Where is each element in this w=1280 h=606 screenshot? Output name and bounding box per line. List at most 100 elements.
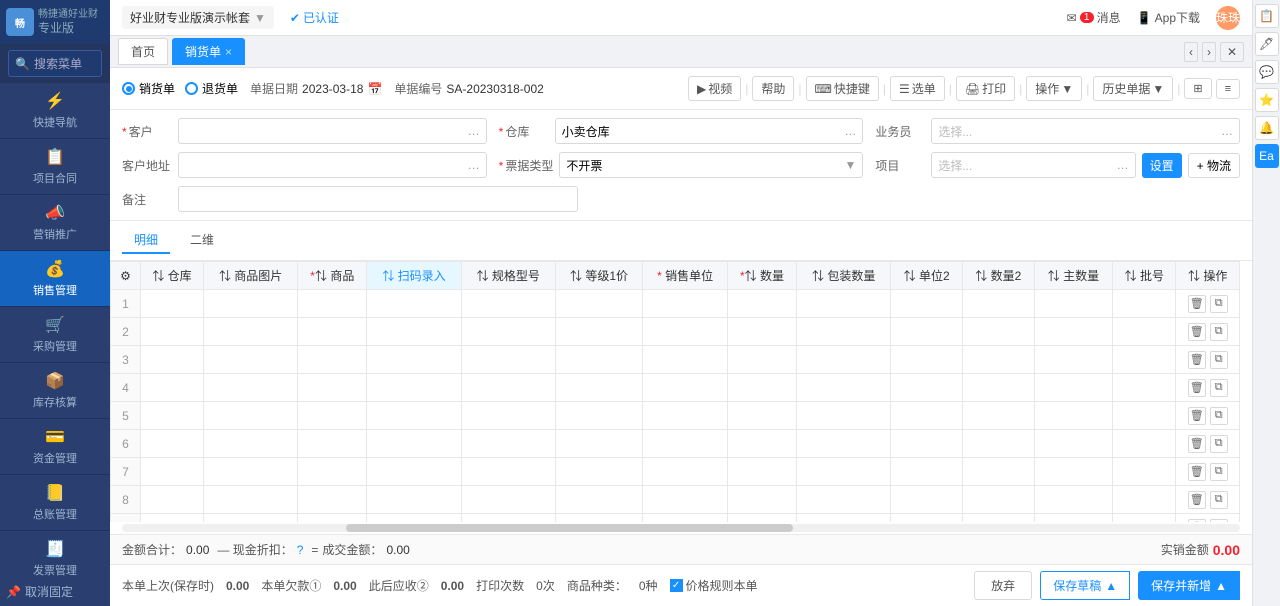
- table-cell[interactable]: [797, 374, 891, 402]
- right-panel-btn-3[interactable]: 💬: [1255, 60, 1279, 84]
- sidebar-item-sales[interactable]: 💰 销售管理: [0, 251, 110, 307]
- radio-return[interactable]: 退货单: [185, 80, 238, 97]
- sidebar-item-accounting[interactable]: 📒 总账管理: [0, 475, 110, 531]
- table-cell[interactable]: [204, 402, 298, 430]
- table-cell[interactable]: [367, 318, 461, 346]
- calendar-icon[interactable]: 📅: [367, 82, 382, 96]
- warehouse-input[interactable]: 小卖仓库 …: [555, 118, 864, 144]
- right-panel-btn-5[interactable]: 🔔: [1255, 116, 1279, 140]
- tab-close-all-button[interactable]: ✕: [1220, 42, 1244, 62]
- table-cell[interactable]: [1034, 458, 1113, 486]
- copy-row-button[interactable]: ⧉: [1210, 323, 1228, 341]
- note-input[interactable]: [178, 186, 578, 212]
- table-cell[interactable]: [797, 486, 891, 514]
- table-cell[interactable]: [204, 318, 298, 346]
- table-cell[interactable]: [367, 346, 461, 374]
- table-cell[interactable]: [727, 346, 796, 374]
- table-cell[interactable]: [367, 374, 461, 402]
- table-cell[interactable]: [1034, 402, 1113, 430]
- table-cell[interactable]: [367, 458, 461, 486]
- table-cell[interactable]: [367, 486, 461, 514]
- table-cell[interactable]: [797, 318, 891, 346]
- tab-prev-button[interactable]: ‹: [1184, 42, 1198, 62]
- warehouse-picker-icon[interactable]: …: [844, 124, 856, 138]
- table-cell[interactable]: [555, 346, 642, 374]
- copy-row-button[interactable]: ⧉: [1210, 351, 1228, 369]
- table-cell[interactable]: [367, 430, 461, 458]
- table-cell[interactable]: [141, 514, 204, 523]
- tab-2d[interactable]: 二维: [178, 227, 226, 254]
- table-cell[interactable]: [962, 458, 1034, 486]
- table-cell[interactable]: [461, 402, 555, 430]
- table-cell[interactable]: [141, 290, 204, 318]
- table-cell[interactable]: [727, 374, 796, 402]
- table-cell[interactable]: [962, 430, 1034, 458]
- table-cell[interactable]: [891, 318, 963, 346]
- table-cell[interactable]: [891, 290, 963, 318]
- table-cell[interactable]: [643, 318, 728, 346]
- table-cell[interactable]: [1113, 402, 1176, 430]
- table-cell[interactable]: [962, 402, 1034, 430]
- table-cell[interactable]: [555, 458, 642, 486]
- table-cell[interactable]: [1113, 374, 1176, 402]
- history-button[interactable]: 历史单据 ▼: [1093, 76, 1173, 101]
- table-cell[interactable]: [891, 374, 963, 402]
- table-cell[interactable]: [298, 374, 367, 402]
- table-cell[interactable]: [141, 402, 204, 430]
- table-cell[interactable]: [727, 486, 796, 514]
- tab-next-button[interactable]: ›: [1202, 42, 1216, 62]
- table-cell[interactable]: [962, 514, 1034, 523]
- app-download-button[interactable]: 📱 App下载: [1137, 9, 1200, 26]
- add-logistics-button[interactable]: + 物流: [1188, 153, 1240, 178]
- table-cell[interactable]: [643, 514, 728, 523]
- table-cell[interactable]: [555, 374, 642, 402]
- table-cell[interactable]: [1034, 486, 1113, 514]
- sidebar-item-purchase[interactable]: 🛒 采购管理: [0, 307, 110, 363]
- table-cell[interactable]: [1113, 346, 1176, 374]
- table-cell[interactable]: [1034, 290, 1113, 318]
- table-cell[interactable]: [1034, 430, 1113, 458]
- table-cell[interactable]: [555, 486, 642, 514]
- invoice-select[interactable]: 不开票 ▼: [559, 152, 863, 178]
- table-cell[interactable]: [643, 402, 728, 430]
- tab-close-icon[interactable]: ×: [225, 45, 232, 59]
- table-cell[interactable]: [643, 290, 728, 318]
- table-cell[interactable]: [204, 430, 298, 458]
- copy-row-button[interactable]: ⧉: [1210, 519, 1228, 523]
- table-cell[interactable]: [555, 402, 642, 430]
- table-cell[interactable]: [1034, 318, 1113, 346]
- sidebar-item-fund[interactable]: 💳 资金管理: [0, 419, 110, 475]
- table-cell[interactable]: [367, 290, 461, 318]
- grid-view-button[interactable]: ⊞: [1184, 78, 1211, 99]
- table-cell[interactable]: [1113, 318, 1176, 346]
- table-cell[interactable]: [298, 290, 367, 318]
- customer-picker-icon[interactable]: …: [468, 124, 480, 138]
- table-cell[interactable]: [1034, 346, 1113, 374]
- list-view-button[interactable]: ≡: [1216, 79, 1240, 99]
- select-button[interactable]: ☰ 选单: [890, 76, 945, 101]
- table-cell[interactable]: [298, 458, 367, 486]
- table-cell[interactable]: [461, 486, 555, 514]
- project-picker-icon[interactable]: …: [1117, 158, 1129, 172]
- table-cell[interactable]: [891, 486, 963, 514]
- table-cell[interactable]: [891, 430, 963, 458]
- table-cell[interactable]: [797, 514, 891, 523]
- table-cell[interactable]: [891, 402, 963, 430]
- horizontal-scrollbar[interactable]: [122, 524, 1240, 532]
- table-cell[interactable]: [727, 514, 796, 523]
- delete-row-button[interactable]: 🗑: [1188, 519, 1206, 523]
- table-cell[interactable]: [797, 402, 891, 430]
- address-input[interactable]: …: [178, 152, 487, 178]
- col-scan[interactable]: ⇅ 扫码录入: [367, 262, 461, 290]
- table-cell[interactable]: [727, 458, 796, 486]
- address-picker-icon[interactable]: …: [468, 158, 480, 172]
- table-cell[interactable]: [797, 290, 891, 318]
- table-cell[interactable]: [141, 486, 204, 514]
- table-cell[interactable]: [1113, 458, 1176, 486]
- table-cell[interactable]: [643, 486, 728, 514]
- table-cell[interactable]: [461, 346, 555, 374]
- operate-button[interactable]: 操作 ▼: [1026, 76, 1082, 101]
- shortcut-button[interactable]: ⌨ 快捷键: [806, 76, 879, 101]
- table-cell[interactable]: [555, 514, 642, 523]
- tab-sales-order[interactable]: 销货单 ×: [172, 38, 245, 65]
